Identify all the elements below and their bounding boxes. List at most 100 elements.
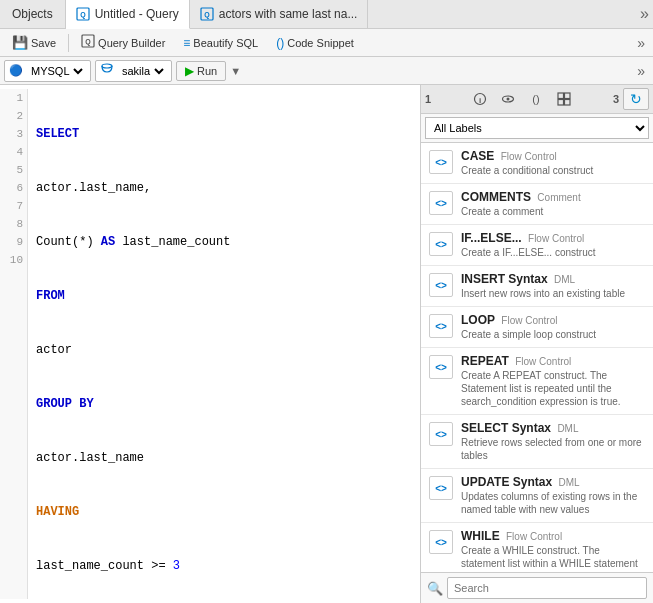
snippet-list: <> CASE Flow Control Create a conditiona… <box>421 143 653 572</box>
refresh-btn[interactable]: ↻ <box>623 88 649 110</box>
grid-icon-btn[interactable] <box>551 88 577 110</box>
line-num-9: 9 <box>4 233 23 251</box>
toolbar2-expand[interactable]: » <box>633 63 649 79</box>
svg-rect-11 <box>558 93 564 99</box>
panel-icon-bar: 1 i () 3 ↻ <box>421 85 653 114</box>
run-dropdown-arrow[interactable]: ▼ <box>230 65 241 77</box>
actors-query-icon: Q <box>200 7 214 21</box>
toolbar-2: 🔵 MYSQL sakila ▶ Run ▼ » <box>0 57 653 85</box>
code-line-6: GROUP BY <box>36 395 230 413</box>
snippet-icon-loop: <> <box>429 314 453 338</box>
snippet-desc-comments: Create a comment <box>461 205 645 218</box>
divider-1 <box>68 34 69 52</box>
line-num-8: 8 <box>4 215 23 233</box>
snippet-icon-repeat: <> <box>429 355 453 379</box>
snippet-icon-insert: <> <box>429 273 453 297</box>
snippet-item-update[interactable]: <> UPDATE Syntax DML Updates columns of … <box>421 469 653 523</box>
run-button[interactable]: ▶ Run <box>176 61 226 81</box>
snippet-icon-comments: <> <box>429 191 453 215</box>
code-snippet-icon: () <box>276 36 284 50</box>
snippet-item-ifelse[interactable]: <> IF...ELSE... Flow Control Create a IF… <box>421 225 653 266</box>
svg-rect-12 <box>565 93 571 99</box>
toolbar-1: 💾 Save Q Query Builder ≡ Beautify SQL ()… <box>0 29 653 57</box>
code-icon: () <box>532 93 539 105</box>
beautify-button[interactable]: ≡ Beautify SQL <box>175 33 266 53</box>
code-line-2: actor.last_name, <box>36 179 230 197</box>
line-numbers: 1 2 3 4 5 6 7 8 9 10 <box>0 89 28 599</box>
snippet-desc-case: Create a conditional construct <box>461 164 645 177</box>
run-label: Run <box>197 65 217 77</box>
snippet-item-case[interactable]: <> CASE Flow Control Create a conditiona… <box>421 143 653 184</box>
snippet-item-comments[interactable]: <> COMMENTS Comment Create a comment <box>421 184 653 225</box>
snippet-title-repeat: REPEAT Flow Control <box>461 354 645 368</box>
line-num-2: 2 <box>4 107 23 125</box>
tab-objects[interactable]: Objects <box>0 0 66 28</box>
snippet-title-insert: INSERT Syntax DML <box>461 272 645 286</box>
panel-right-number: 3 <box>613 93 619 105</box>
eye-icon-btn[interactable] <box>495 88 521 110</box>
code-editor[interactable]: 1 2 3 4 5 6 7 8 9 10 SELECT actor.last_n… <box>0 85 421 603</box>
db-select-box[interactable]: 🔵 MYSQL <box>4 60 91 82</box>
snippet-item-repeat[interactable]: <> REPEAT Flow Control Create A REPEAT c… <box>421 348 653 415</box>
snippet-item-select[interactable]: <> SELECT Syntax DML Retrieve rows selec… <box>421 415 653 469</box>
schema-select[interactable]: sakila <box>118 64 167 78</box>
snippet-title-case: CASE Flow Control <box>461 149 645 163</box>
snippet-text-comments: COMMENTS Comment Create a comment <box>461 190 645 218</box>
save-button[interactable]: 💾 Save <box>4 32 64 53</box>
code-line-9: last_name_count >= 3 <box>36 557 230 575</box>
code-snippet-label: Code Snippet <box>287 37 354 49</box>
svg-text:Q: Q <box>80 11 86 19</box>
play-icon: ▶ <box>185 64 194 78</box>
info-icon: i <box>473 92 487 106</box>
svg-text:Q: Q <box>204 11 210 19</box>
snippet-desc-update: Updates columns of existing rows in the … <box>461 490 645 516</box>
code-line-4: FROM <box>36 287 230 305</box>
schema-select-box[interactable]: sakila <box>95 60 172 82</box>
snippet-desc-loop: Create a simple loop construct <box>461 328 645 341</box>
snippet-icon-select: <> <box>429 422 453 446</box>
right-panel: 1 i () 3 ↻ <box>421 85 653 603</box>
snippet-title-while: WHILE Flow Control <box>461 529 645 543</box>
panel-numbers-row: 1 i () 3 ↻ <box>425 88 649 110</box>
snippet-text-ifelse: IF...ELSE... Flow Control Create a IF...… <box>461 231 645 259</box>
svg-rect-13 <box>558 100 564 106</box>
actors-tab-label: actors with same last na... <box>219 7 358 21</box>
tab-untitled-query[interactable]: Q Untitled - Query <box>66 0 190 29</box>
svg-text:Q: Q <box>85 38 91 46</box>
snippet-item-loop[interactable]: <> LOOP Flow Control Create a simple loo… <box>421 307 653 348</box>
svg-text:i: i <box>479 96 481 105</box>
snippet-icon-update: <> <box>429 476 453 500</box>
query-icon: Q <box>76 7 90 21</box>
query-builder-button[interactable]: Q Query Builder <box>73 31 173 54</box>
code-snippet-button[interactable]: () Code Snippet <box>268 33 362 53</box>
label-filter-select[interactable]: All Labels Flow Control DML Comment <box>425 117 649 139</box>
tab-actors[interactable]: Q actors with same last na... <box>190 0 369 28</box>
info-icon-btn[interactable]: i <box>467 88 493 110</box>
code-content[interactable]: 1 2 3 4 5 6 7 8 9 10 SELECT actor.last_n… <box>0 85 420 603</box>
toolbar1-expand[interactable]: » <box>633 35 649 51</box>
svg-point-6 <box>102 64 112 68</box>
beautify-label: Beautify SQL <box>193 37 258 49</box>
main-content: 1 2 3 4 5 6 7 8 9 10 SELECT actor.last_n… <box>0 85 653 603</box>
snippet-desc-while: Create a WHILE construct. The statement … <box>461 544 645 572</box>
snippet-item-while[interactable]: <> WHILE Flow Control Create a WHILE con… <box>421 523 653 572</box>
snippet-title-select: SELECT Syntax DML <box>461 421 645 435</box>
snippet-icon-while: <> <box>429 530 453 554</box>
snippet-item-insert[interactable]: <> INSERT Syntax DML Insert new rows int… <box>421 266 653 307</box>
line-num-4: 4 <box>4 143 23 161</box>
panel-left-number: 1 <box>425 93 431 105</box>
save-icon: 💾 <box>12 35 28 50</box>
line-num-5: 5 <box>4 161 23 179</box>
tab-more-btn[interactable]: » <box>636 0 653 28</box>
beautify-icon: ≡ <box>183 36 190 50</box>
code-line-5: actor <box>36 341 230 359</box>
code-icon-btn[interactable]: () <box>523 88 549 110</box>
line-num-6: 6 <box>4 179 23 197</box>
tab-bar: Objects Q Untitled - Query Q actors with… <box>0 0 653 29</box>
snippet-desc-ifelse: Create a IF...ELSE... construct <box>461 246 645 259</box>
code-line-7: actor.last_name <box>36 449 230 467</box>
query-builder-label: Query Builder <box>98 37 165 49</box>
search-input[interactable] <box>447 577 647 599</box>
code-lines[interactable]: SELECT actor.last_name, Count(*) AS last… <box>28 89 238 599</box>
db-select[interactable]: MYSQL <box>27 64 86 78</box>
